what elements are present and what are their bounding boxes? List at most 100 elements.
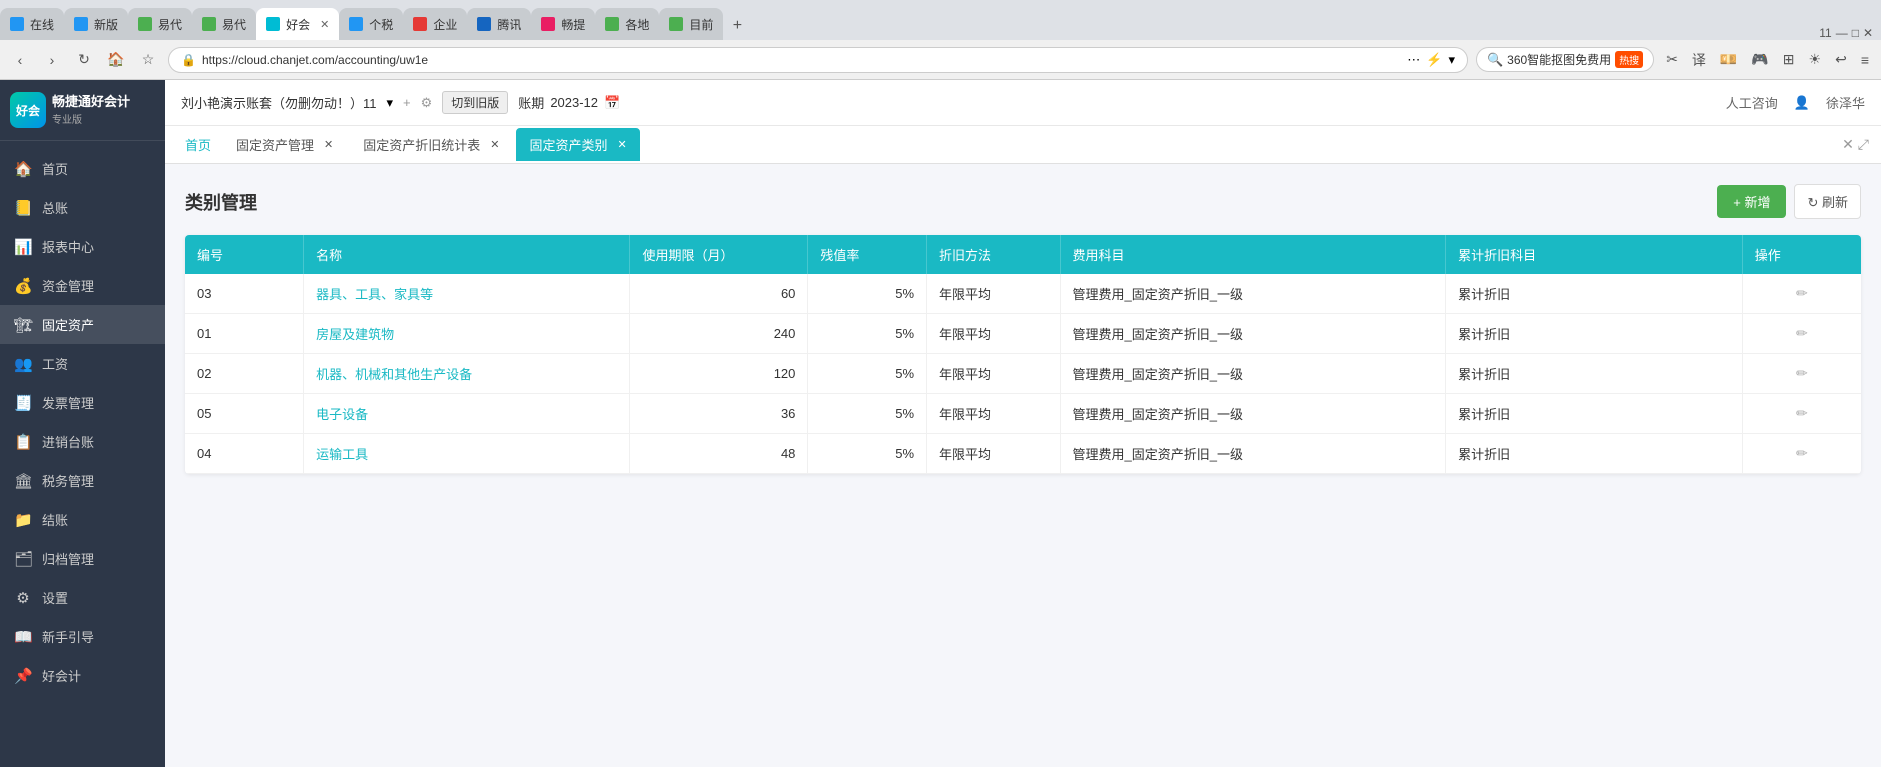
col-header-period: 使用期限（月） xyxy=(630,235,808,274)
browser-tab-new[interactable]: 新版 xyxy=(64,8,128,40)
cell-id: 01 xyxy=(185,314,304,354)
browser-tab-muqian[interactable]: 目前 xyxy=(659,8,723,40)
game-icon[interactable]: 🎮 xyxy=(1747,49,1772,70)
funds-icon: 💰 xyxy=(14,277,32,295)
browser-tab-hao[interactable]: 好会 ✕ xyxy=(256,8,339,40)
refresh-button[interactable]: ↻ 刷新 xyxy=(1794,184,1861,219)
panel-expand-icon[interactable]: ⤢ xyxy=(1858,136,1869,153)
edit-icon[interactable]: ✏ xyxy=(1796,365,1808,381)
browser-tab-tencent[interactable]: 腾讯 xyxy=(467,8,531,40)
col-header-accum: 累计折旧科目 xyxy=(1446,235,1743,274)
close-window-button[interactable]: ✕ xyxy=(1863,26,1873,40)
cell-method: 年限平均 xyxy=(927,274,1060,314)
tab-home[interactable]: 首页 xyxy=(177,129,219,160)
cell-op: ✏ xyxy=(1742,434,1861,474)
sidebar-item-ledger[interactable]: 📒 总账 xyxy=(0,188,165,227)
tab-label-asset-management: 固定资产管理 xyxy=(236,135,314,154)
brightness-icon[interactable]: ☀ xyxy=(1805,49,1826,70)
tab-close-depreciation-report[interactable]: ✕ xyxy=(490,138,499,151)
tab-depreciation-report[interactable]: 固定资产折旧统计表 ✕ xyxy=(350,128,512,161)
edit-icon[interactable]: ✏ xyxy=(1796,405,1808,421)
browser-tab-corp[interactable]: 企业 xyxy=(403,8,467,40)
sidebar-label-funds: 资金管理 xyxy=(42,276,94,295)
new-tab-button[interactable]: + xyxy=(723,12,751,40)
period-label: 账期 xyxy=(518,93,544,112)
dropdown-arrow[interactable]: ▾ xyxy=(387,95,394,111)
forward-button[interactable]: › xyxy=(40,48,64,72)
reload-button[interactable]: ↻ xyxy=(72,48,96,72)
tab-favicon xyxy=(202,17,216,31)
sidebar-item-funds[interactable]: 💰 资金管理 xyxy=(0,266,165,305)
sidebar-item-reports[interactable]: 📊 报表中心 xyxy=(0,227,165,266)
edit-icon[interactable]: ✏ xyxy=(1796,445,1808,461)
bookmark-button[interactable]: ☆ xyxy=(136,48,160,72)
add-button[interactable]: + 新增 xyxy=(1717,185,1786,218)
back-button[interactable]: ‹ xyxy=(8,48,32,72)
sidebar-item-tax[interactable]: 🏛 税务管理 xyxy=(0,461,165,500)
sidebar-item-home[interactable]: 🏠 首页 xyxy=(0,149,165,188)
browser-tab-online[interactable]: 在线 xyxy=(0,8,64,40)
cell-period: 120 xyxy=(630,354,808,394)
consultant-button[interactable]: 人工咨询 xyxy=(1726,93,1778,112)
minimize-button[interactable]: — xyxy=(1836,26,1848,40)
cell-fee: 管理费用_固定资产折旧_一级 xyxy=(1060,314,1446,354)
sidebar-item-assets[interactable]: 🏗 固定资产 xyxy=(0,305,165,344)
search-box[interactable]: 🔍 360智能抠图免费用 热搜 xyxy=(1476,47,1654,72)
calendar-icon[interactable]: 📅 xyxy=(604,95,620,111)
sidebar-item-haokuaiji[interactable]: 📌 好会计 xyxy=(0,656,165,695)
logo-title: 畅捷通好会计 xyxy=(52,94,130,111)
cell-op: ✏ xyxy=(1742,394,1861,434)
browser-tab-tax[interactable]: 个税 xyxy=(339,8,403,40)
tab-favicon xyxy=(541,17,555,31)
translate-icon[interactable]: 译 xyxy=(1688,48,1710,72)
restore-button[interactable]: □ xyxy=(1852,26,1859,40)
sidebar-item-inventory[interactable]: 📋 进销台账 xyxy=(0,422,165,461)
username-label: 徐泽华 xyxy=(1826,93,1865,112)
add-account-button[interactable]: + xyxy=(403,95,411,110)
tab-close-asset-management[interactable]: ✕ xyxy=(324,138,333,151)
browser-tab-yi2[interactable]: 易代 xyxy=(192,8,256,40)
sidebar-item-guide[interactable]: 📖 新手引导 xyxy=(0,617,165,656)
undo-icon[interactable]: ↩ xyxy=(1831,49,1851,70)
cell-accum: 累计折旧 xyxy=(1446,434,1743,474)
home-icon: 🏠 xyxy=(14,160,32,178)
grid-icon[interactable]: ⊞ xyxy=(1779,49,1799,70)
sidebar-item-settings[interactable]: ⚙ 设置 xyxy=(0,578,165,617)
browser-tab-gedi[interactable]: 各地 xyxy=(595,8,659,40)
tab-favicon xyxy=(413,17,427,31)
edit-icon[interactable]: ✏ xyxy=(1796,285,1808,301)
cell-fee: 管理费用_固定资产折旧_一级 xyxy=(1060,394,1446,434)
url-text: https://cloud.chanjet.com/accounting/uw1… xyxy=(202,53,1401,67)
app-header: 刘小艳演示账套（勿删勿动！）11 ▾ + ⚙ 切到旧版 账期 2023-12 📅… xyxy=(165,80,1881,126)
cell-rate: 5% xyxy=(808,314,927,354)
tab-close-icon[interactable]: ✕ xyxy=(320,18,329,31)
tab-asset-management[interactable]: 固定资产管理 ✕ xyxy=(223,128,346,161)
settings-icon: ⚙ xyxy=(14,589,32,607)
panel-close-icon[interactable]: ✕ xyxy=(1842,136,1854,153)
switch-version-button[interactable]: 切到旧版 xyxy=(442,91,508,114)
sidebar-label-payroll: 工资 xyxy=(42,354,68,373)
cell-rate: 5% xyxy=(808,274,927,314)
sidebar-item-invoice[interactable]: 🧾 发票管理 xyxy=(0,383,165,422)
search-icon: 🔍 xyxy=(1487,52,1503,68)
menu-icon[interactable]: ≡ xyxy=(1857,50,1873,70)
address-input[interactable]: 🔒 https://cloud.chanjet.com/accounting/u… xyxy=(168,47,1468,73)
browser-tab-yi1[interactable]: 易代 xyxy=(128,8,192,40)
sidebar-item-payroll[interactable]: 👥 工资 xyxy=(0,344,165,383)
sidebar-item-close[interactable]: 📁 结账 xyxy=(0,500,165,539)
edit-icon[interactable]: ✏ xyxy=(1796,325,1808,341)
settings-gear-icon[interactable]: ⚙ xyxy=(421,95,433,111)
browser-tab-chang[interactable]: 畅提 xyxy=(531,8,595,40)
wallet-icon[interactable]: 💴 xyxy=(1716,49,1741,70)
cell-name: 电子设备 xyxy=(304,394,630,434)
sidebar-item-archive[interactable]: 🗂 归档管理 xyxy=(0,539,165,578)
scissors-icon[interactable]: ✂ xyxy=(1662,49,1682,70)
tab-asset-category[interactable]: 固定资产类别 ✕ xyxy=(516,128,639,161)
boost-icon: ⚡ xyxy=(1426,52,1442,68)
dropdown-icon: ▾ xyxy=(1448,52,1455,68)
cell-name: 器具、工具、家具等 xyxy=(304,274,630,314)
tab-close-asset-category[interactable]: ✕ xyxy=(618,138,627,151)
home-button[interactable]: 🏠 xyxy=(104,48,128,72)
sidebar-label-ledger: 总账 xyxy=(42,198,68,217)
cell-rate: 5% xyxy=(808,354,927,394)
